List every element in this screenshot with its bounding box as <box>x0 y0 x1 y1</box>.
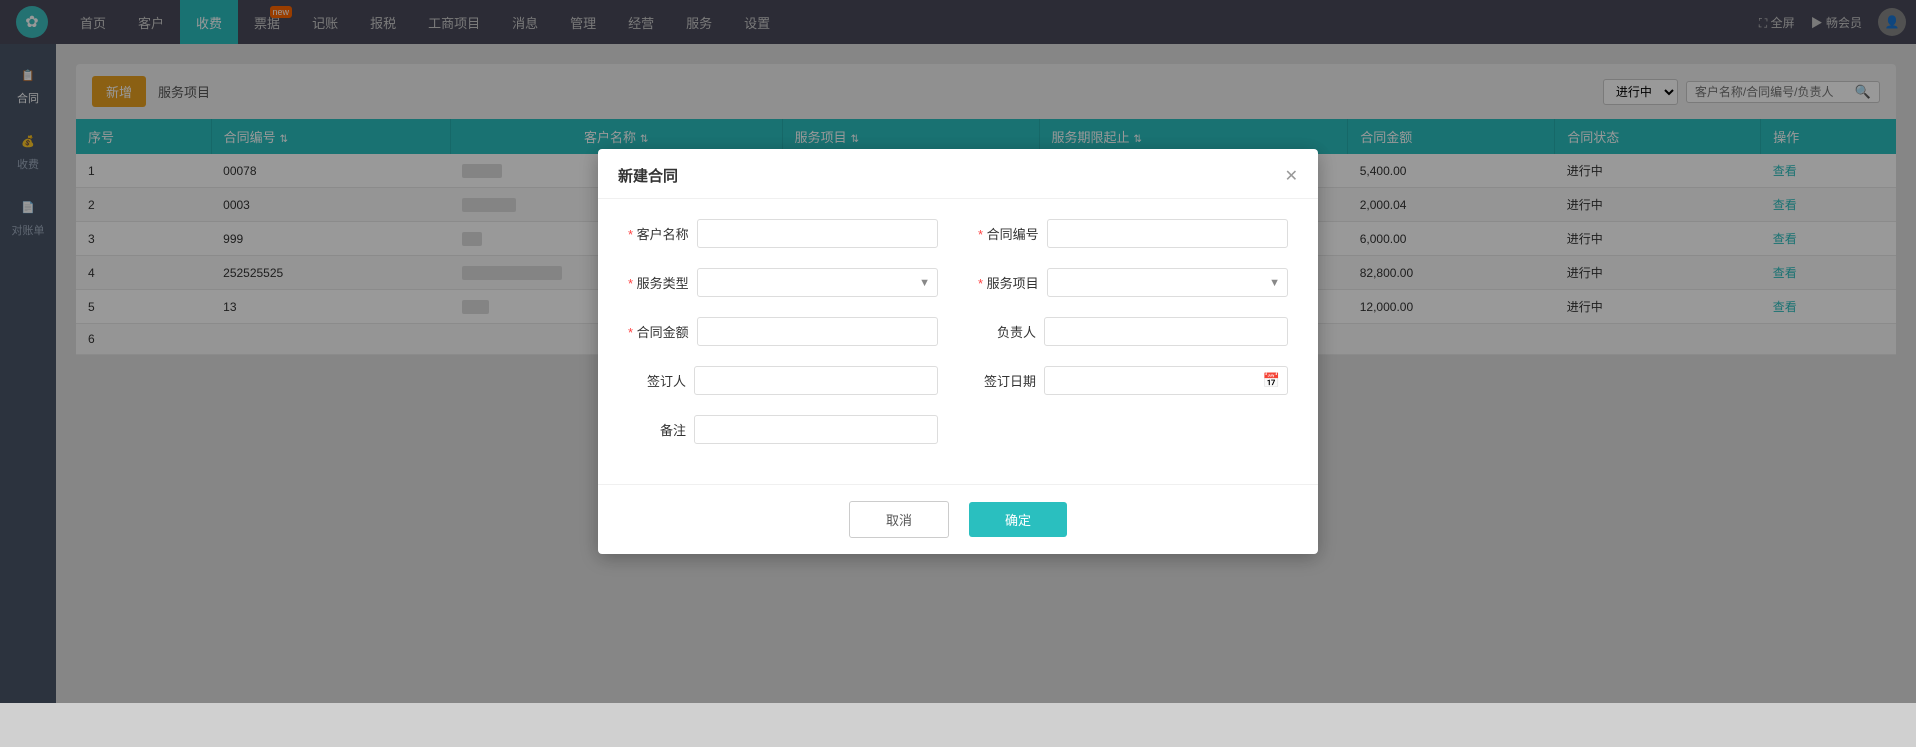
form-group-service-type: 服务类型 ▼ <box>628 268 938 297</box>
customer-name-label: 客户名称 <box>628 224 689 243</box>
form-row-5: 备注 <box>628 415 1288 444</box>
modal-close-button[interactable]: ✕ <box>1285 166 1298 186</box>
amount-input[interactable]: 0.00 <box>697 317 938 346</box>
form-row-2: 服务类型 ▼ 服务项目 ▼ <box>628 268 1288 297</box>
form-group-customer: 客户名称 <box>628 219 938 248</box>
form-group-responsible: 负责人 <box>978 317 1288 346</box>
customer-name-input[interactable] <box>697 219 938 248</box>
service-item-wrapper: ▼ <box>1047 268 1288 297</box>
form-row-3: 合同金额 0.00 负责人 <box>628 317 1288 346</box>
service-type-wrapper: ▼ <box>697 268 938 297</box>
sign-date-label: 签订日期 <box>978 371 1036 390</box>
remark-label: 备注 <box>628 420 686 439</box>
modal-header: 新建合同 ✕ <box>598 149 1318 199</box>
form-group-remark: 备注 <box>628 415 938 444</box>
service-item-select[interactable] <box>1047 268 1288 297</box>
responsible-input[interactable] <box>1044 317 1288 346</box>
remark-input[interactable] <box>694 415 938 444</box>
contract-no-label: 合同编号 <box>978 224 1039 243</box>
form-group-amount: 合同金额 0.00 <box>628 317 938 346</box>
date-input-wrapper: 2023-06-06 📅 <box>1044 366 1288 395</box>
confirm-button[interactable]: 确定 <box>969 502 1067 537</box>
new-contract-modal: 新建合同 ✕ 客户名称 合同编号 服务类型 <box>598 149 1318 554</box>
form-group-signer: 签订人 <box>628 366 938 395</box>
modal-footer: 取消 确定 <box>598 484 1318 554</box>
form-row-4: 签订人 签订日期 2023-06-06 📅 <box>628 366 1288 395</box>
cancel-button[interactable]: 取消 <box>849 501 949 538</box>
modal-body: 客户名称 合同编号 服务类型 ▼ 服务项目 <box>598 199 1318 484</box>
amount-label: 合同金额 <box>628 322 689 341</box>
form-group-sign-date: 签订日期 2023-06-06 📅 <box>978 366 1288 395</box>
form-group-contract-no: 合同编号 <box>978 219 1288 248</box>
service-type-label: 服务类型 <box>628 273 689 292</box>
service-type-select[interactable] <box>697 268 938 297</box>
contract-no-input[interactable] <box>1047 219 1288 248</box>
service-item-label: 服务项目 <box>978 273 1039 292</box>
modal-title: 新建合同 <box>618 165 678 186</box>
modal-overlay: 新建合同 ✕ 客户名称 合同编号 服务类型 <box>0 0 1916 703</box>
signer-label: 签订人 <box>628 371 686 390</box>
sign-date-input[interactable]: 2023-06-06 <box>1044 366 1288 395</box>
responsible-label: 负责人 <box>978 322 1036 341</box>
form-row-1: 客户名称 合同编号 <box>628 219 1288 248</box>
signer-input[interactable] <box>694 366 938 395</box>
form-group-service-item: 服务项目 ▼ <box>978 268 1288 297</box>
